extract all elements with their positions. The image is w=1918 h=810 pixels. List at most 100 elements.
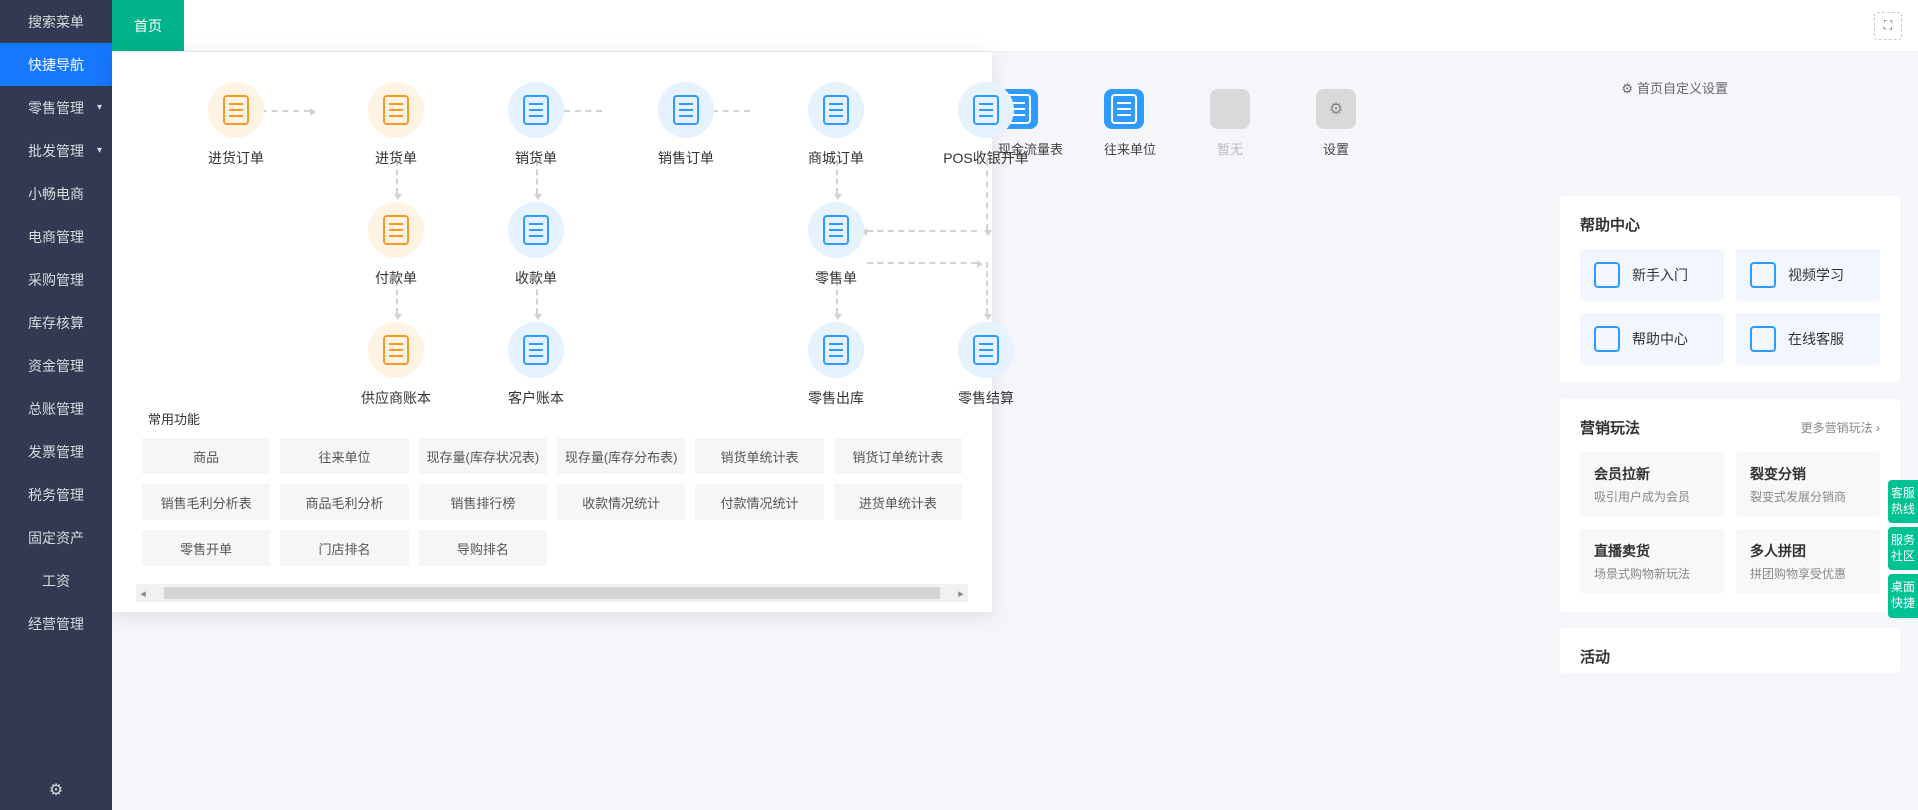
sidebar-item-inventory[interactable]: 库存核算 bbox=[0, 301, 112, 344]
sidebar-item-operation[interactable]: 经营管理 bbox=[0, 602, 112, 645]
float-hotline[interactable]: 客服热线 bbox=[1888, 480, 1918, 523]
common-fn-button[interactable]: 商品毛利分析 bbox=[280, 484, 408, 520]
common-fn-button[interactable]: 销货单统计表 bbox=[695, 438, 823, 474]
flow-node-payment[interactable]: 付款单 bbox=[322, 202, 470, 288]
flow-node-sales-out[interactable]: 销货单 bbox=[462, 82, 610, 168]
shortcut-settings[interactable]: ⚙设置 bbox=[1316, 89, 1356, 158]
sidebar-item-quicknav[interactable]: 快捷导航 bbox=[0, 43, 112, 86]
common-fn-button[interactable]: 零售开单 bbox=[142, 530, 270, 566]
common-fn-button[interactable]: 销售排行榜 bbox=[419, 484, 547, 520]
marketing-title: 营销玩法 bbox=[1580, 417, 1640, 438]
placeholder-icon bbox=[1210, 89, 1250, 129]
doc-icon bbox=[208, 82, 264, 138]
common-fn-button[interactable]: 进货单统计表 bbox=[834, 484, 962, 520]
doc-icon bbox=[368, 202, 424, 258]
marketing-more[interactable]: 更多营销玩法 › bbox=[1801, 419, 1880, 436]
doc-icon bbox=[808, 322, 864, 378]
floating-buttons: 客服热线 服务社区 桌面快捷 bbox=[1888, 480, 1918, 618]
doc-icon bbox=[368, 322, 424, 378]
sidebar-item-tax[interactable]: 税务管理 bbox=[0, 473, 112, 516]
activity-card: 活动 bbox=[1560, 628, 1900, 673]
flow-node-retail-order[interactable]: 零售单 bbox=[762, 202, 910, 288]
help-item-support[interactable]: 在线客服 bbox=[1736, 313, 1880, 365]
common-fn-button[interactable]: 付款情况统计 bbox=[695, 484, 823, 520]
marketing-item-group[interactable]: 多人拼团拼团购物享受优惠 bbox=[1736, 529, 1880, 594]
building-icon bbox=[1104, 89, 1144, 129]
flow-node-receipt[interactable]: 收款单 bbox=[462, 202, 610, 288]
sidebar-item-purchase[interactable]: 采购管理 bbox=[0, 258, 112, 301]
doc-icon bbox=[808, 202, 864, 258]
common-fn-button[interactable]: 现存量(库存分布表) bbox=[557, 438, 685, 474]
common-fn-button[interactable]: 商品 bbox=[142, 438, 270, 474]
flow-arrow bbox=[986, 262, 988, 314]
help-item-beginner[interactable]: 新手入门 bbox=[1580, 249, 1724, 301]
flow-node-purchase-in[interactable]: 进货单 bbox=[322, 82, 470, 168]
sidebar-item-search[interactable]: 搜索菜单 bbox=[0, 0, 112, 43]
help-item-helpcenter[interactable]: 帮助中心 bbox=[1580, 313, 1724, 365]
sidebar-item-ecom1[interactable]: 小畅电商 bbox=[0, 172, 112, 215]
shortcut-partners[interactable]: 往来单位 bbox=[1104, 89, 1144, 158]
doc-icon bbox=[508, 322, 564, 378]
float-community[interactable]: 服务社区 bbox=[1888, 527, 1918, 570]
marketing-item-live[interactable]: 直播卖货场景式购物新玩法 bbox=[1580, 529, 1724, 594]
doc-icon bbox=[658, 82, 714, 138]
common-functions: 常用功能 商品往来单位现存量(库存状况表) 现存量(库存分布表) 销货单统计表销货订… bbox=[132, 409, 972, 576]
sidebar-item-invoice[interactable]: 发票管理 bbox=[0, 430, 112, 473]
float-desktop[interactable]: 桌面快捷 bbox=[1888, 574, 1918, 617]
help-item-video[interactable]: 视频学习 bbox=[1736, 249, 1880, 301]
flow-node-retail-settle[interactable]: 零售结算 bbox=[912, 322, 1060, 408]
sidebar-item-salary[interactable]: 工资 bbox=[0, 559, 112, 602]
quicknav-flyout: 进货订单进货单销货单销售订单商城订单POS收银开单付款单收款单零售单供应商账本客… bbox=[112, 52, 992, 612]
flow-node-pos-open[interactable]: POS收银开单 bbox=[912, 82, 1060, 168]
chevron-down-icon: ▾ bbox=[97, 145, 102, 156]
sidebar-item-assets[interactable]: 固定资产 bbox=[0, 516, 112, 559]
sidebar-settings-button[interactable]: ⚙ bbox=[0, 770, 112, 810]
headset-icon bbox=[1750, 326, 1776, 352]
marketing-card: 营销玩法 更多营销玩法 › 会员拉新吸引用户成为会员 裂变分销裂变式发展分销商 直… bbox=[1560, 399, 1900, 612]
gear-icon: ⚙ bbox=[1316, 89, 1356, 129]
flow-node-customer-ledger[interactable]: 客户账本 bbox=[462, 322, 610, 408]
tab-home[interactable]: 首页 bbox=[112, 0, 184, 51]
sidebar-item-retail[interactable]: 零售管理▾ bbox=[0, 86, 112, 129]
shortcut-empty[interactable]: 暂无 bbox=[1210, 89, 1250, 158]
common-fn-button[interactable]: 销售毛利分析表 bbox=[142, 484, 270, 520]
activity-title: 活动 bbox=[1580, 646, 1880, 667]
sidebar-item-ledger[interactable]: 总账管理 bbox=[0, 387, 112, 430]
flow-arrow bbox=[986, 160, 988, 230]
common-fn-button[interactable]: 收款情况统计 bbox=[557, 484, 685, 520]
doc-icon bbox=[958, 322, 1014, 378]
chevron-down-icon: ▾ bbox=[97, 102, 102, 113]
doc-icon bbox=[1594, 326, 1620, 352]
marketing-item-fission[interactable]: 裂变分销裂变式发展分销商 bbox=[1736, 452, 1880, 517]
marketing-item-member[interactable]: 会员拉新吸引用户成为会员 bbox=[1580, 452, 1724, 517]
flyout-scrollbar[interactable]: ◂ ▸ bbox=[136, 584, 968, 602]
doc-icon bbox=[368, 82, 424, 138]
sidebar-item-funds[interactable]: 资金管理 bbox=[0, 344, 112, 387]
common-fn-button[interactable]: 往来单位 bbox=[280, 438, 408, 474]
flow-diagram: 进货订单进货单销货单销售订单商城订单POS收银开单付款单收款单零售单供应商账本客… bbox=[132, 82, 972, 409]
scroll-left-button[interactable]: ◂ bbox=[136, 587, 150, 600]
scroll-right-button[interactable]: ▸ bbox=[954, 587, 968, 600]
common-functions-title: 常用功能 bbox=[142, 409, 962, 428]
common-fn-button[interactable]: 导购排名 bbox=[419, 530, 547, 566]
fullscreen-button[interactable]: ⛶ bbox=[1874, 12, 1902, 40]
gear-icon: ⚙ bbox=[49, 780, 63, 800]
clipboard-icon bbox=[1594, 262, 1620, 288]
sidebar: 搜索菜单 快捷导航 零售管理▾ 批发管理▾ 小畅电商 电商管理 采购管理 库存核… bbox=[0, 0, 112, 810]
sidebar-item-ecom2[interactable]: 电商管理 bbox=[0, 215, 112, 258]
flow-node-purchase-order[interactable]: 进货订单 bbox=[162, 82, 310, 168]
right-column: 帮助中心 新手入门 视频学习 帮助中心 在线客服 营销玩法更多营销玩法 › 会员… bbox=[1560, 196, 1900, 673]
flow-node-sales-order[interactable]: 销售订单 bbox=[612, 82, 760, 168]
common-fn-button[interactable]: 销货订单统计表 bbox=[834, 438, 962, 474]
sidebar-item-wholesale[interactable]: 批发管理▾ bbox=[0, 129, 112, 172]
doc-icon bbox=[808, 82, 864, 138]
doc-icon bbox=[958, 82, 1014, 138]
flow-node-mall-order[interactable]: 商城订单 bbox=[762, 82, 910, 168]
flow-node-retail-out[interactable]: 零售出库 bbox=[762, 322, 910, 408]
scroll-track[interactable] bbox=[164, 587, 940, 599]
doc-icon bbox=[508, 82, 564, 138]
common-fn-button[interactable]: 现存量(库存状况表) bbox=[419, 438, 547, 474]
doc-icon bbox=[508, 202, 564, 258]
common-fn-button[interactable]: 门店排名 bbox=[280, 530, 408, 566]
flow-node-supplier-ledger[interactable]: 供应商账本 bbox=[322, 322, 470, 408]
